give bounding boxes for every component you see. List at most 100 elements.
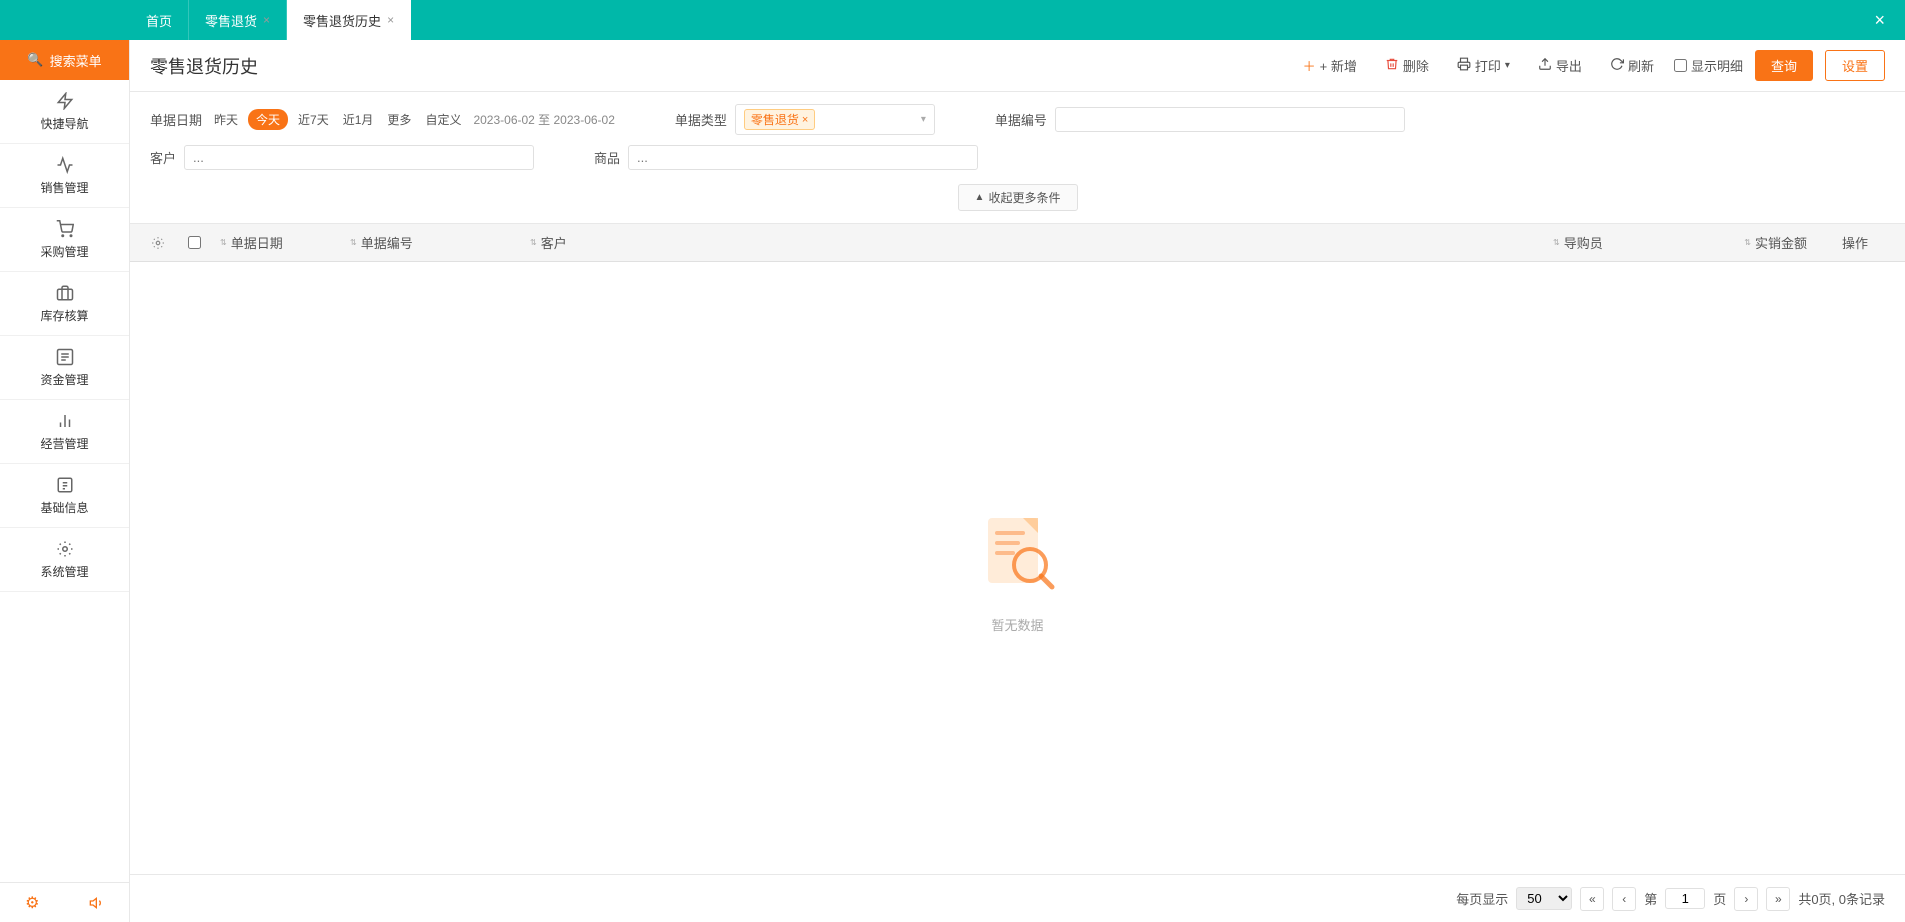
delete-button[interactable]: 删除 — [1377, 52, 1437, 79]
tab-retail-return-label: 零售退货 — [205, 11, 257, 30]
col-header-ops: 操作 — [1815, 233, 1895, 252]
select-all-checkbox[interactable] — [176, 236, 212, 249]
print-label: 打印 — [1475, 56, 1501, 75]
shortcut-last7[interactable]: 近7天 — [294, 109, 333, 130]
refresh-button[interactable]: 刷新 — [1602, 52, 1662, 79]
col-amount-label: 实销金额 — [1755, 233, 1807, 252]
voucher-filter: 单据编号 — [995, 107, 1405, 132]
shortcut-custom[interactable]: 自定义 — [421, 109, 465, 130]
next-page-button[interactable]: › — [1734, 887, 1758, 911]
print-icon — [1457, 57, 1471, 74]
inventory-icon — [55, 283, 75, 303]
sidebar-item-system-mgmt[interactable]: 系统管理 — [0, 528, 129, 592]
print-chevron-icon: ▾ — [1505, 60, 1510, 71]
operations-icon — [55, 411, 75, 431]
sort-up-guide: ⇅ — [1553, 238, 1560, 247]
refresh-icon — [1610, 57, 1624, 74]
sidebar-settings-btn[interactable]: ⚙ — [0, 883, 65, 922]
select-all-input[interactable] — [188, 236, 201, 249]
goods-filter: 商品 — [594, 145, 978, 170]
date-label: 单据日期 — [150, 110, 202, 129]
filter-row-2: 客户 商品 — [150, 145, 1885, 170]
filter-area: 单据日期 昨天 今天 近7天 近1月 更多 自定义 2023-06-02 至 2… — [130, 92, 1905, 224]
tab-retail-return-history[interactable]: 零售退货历史 × — [287, 0, 411, 40]
last-page-button[interactable]: » — [1766, 887, 1790, 911]
sidebar-item-quick-nav-label: 快捷导航 — [40, 115, 88, 132]
toolbar: ＋ + 新增 删除 打印 ▾ 导出 — [1295, 50, 1885, 81]
col-header-customer[interactable]: ⇅ 客户 — [522, 233, 1545, 252]
customer-input[interactable] — [184, 145, 534, 170]
table-header: ⇅ 单据日期 ⇅ 单据编号 ⇅ 客户 ⇅ 导购员 ⇅ 实销金额 操作 — [130, 224, 1905, 262]
sidebar-item-operations[interactable]: 经营管理 — [0, 400, 129, 464]
first-page-button[interactable]: « — [1580, 887, 1604, 911]
tab-retail-return-close[interactable]: × — [263, 13, 270, 27]
voucher-input[interactable] — [1055, 107, 1405, 132]
sidebar-item-basic-info[interactable]: 基础信息 — [0, 464, 129, 528]
sales-mgmt-icon — [55, 155, 75, 175]
tab-retail-return-history-close[interactable]: × — [387, 13, 394, 27]
new-button[interactable]: ＋ + 新增 — [1295, 52, 1365, 79]
sidebar-item-quick-nav[interactable]: 快捷导航 — [0, 80, 129, 144]
empty-state-icon — [968, 503, 1068, 603]
sidebar-search[interactable]: 🔍 搜索菜单 — [0, 40, 129, 80]
data-table: ⇅ 单据日期 ⇅ 单据编号 ⇅ 客户 ⇅ 导购员 ⇅ 实销金额 操作 — [130, 224, 1905, 874]
tab-retail-return[interactable]: 零售退货 × — [189, 0, 287, 40]
per-page-select[interactable]: 50 10 20 100 — [1516, 887, 1572, 910]
sidebar-item-inventory[interactable]: 库存核算 — [0, 272, 129, 336]
export-button[interactable]: 导出 — [1530, 52, 1590, 79]
col-header-amount[interactable]: ⇅ 实销金额 — [1695, 233, 1815, 252]
filter-row-1: 单据日期 昨天 今天 近7天 近1月 更多 自定义 2023-06-02 至 2… — [150, 104, 1885, 135]
prev-page-button[interactable]: ‹ — [1612, 887, 1636, 911]
sidebar-item-inventory-label: 库存核算 — [40, 307, 88, 324]
col-voucher-label: 单据编号 — [361, 233, 413, 252]
print-button[interactable]: 打印 ▾ — [1449, 52, 1518, 79]
purchase-mgmt-icon — [55, 219, 75, 239]
sort-up-amount: ⇅ — [1744, 238, 1751, 247]
sidebar-item-purchase-mgmt[interactable]: 采购管理 — [0, 208, 129, 272]
show-detail-label: 显示明细 — [1691, 56, 1743, 75]
shortcut-yesterday[interactable]: 昨天 — [210, 109, 242, 130]
export-icon — [1538, 57, 1552, 74]
show-detail-input[interactable] — [1674, 59, 1687, 72]
type-filter: 单据类型 零售退货 × ▾ — [675, 104, 935, 135]
shortcut-last1month[interactable]: 近1月 — [339, 109, 378, 130]
page-number-input[interactable] — [1665, 888, 1705, 909]
delete-icon — [1385, 57, 1399, 74]
export-label: 导出 — [1556, 56, 1582, 75]
tab-retail-return-history-label: 零售退货历史 — [303, 11, 381, 30]
customer-label: 客户 — [150, 148, 176, 167]
sidebar-item-finance[interactable]: 资金管理 — [0, 336, 129, 400]
type-tag: 零售退货 × — [744, 109, 815, 130]
sidebar-audio-btn[interactable] — [65, 883, 130, 922]
type-tag-label: 零售退货 — [751, 111, 799, 128]
sidebar-search-label: 搜索菜单 — [50, 51, 102, 70]
quick-nav-icon — [55, 91, 75, 111]
type-select-chevron: ▾ — [921, 114, 926, 125]
show-detail-checkbox[interactable]: 显示明细 — [1674, 56, 1743, 75]
shortcut-more[interactable]: 更多 — [383, 109, 415, 130]
sidebar-item-sales-mgmt[interactable]: 销售管理 — [0, 144, 129, 208]
new-icon: ＋ — [1303, 56, 1316, 75]
query-button[interactable]: 查询 — [1755, 50, 1813, 81]
type-tag-remove[interactable]: × — [802, 114, 808, 126]
pagination-summary: 共0页, 0条记录 — [1798, 889, 1885, 908]
date-filter: 单据日期 昨天 今天 近7天 近1月 更多 自定义 2023-06-02 至 2… — [150, 109, 615, 130]
page-unit: 页 — [1713, 889, 1726, 908]
collapse-button[interactable]: ▲ 收起更多条件 — [958, 184, 1078, 211]
window-close-button[interactable]: × — [1874, 10, 1885, 31]
page-label: 第 — [1644, 889, 1657, 908]
shortcut-today[interactable]: 今天 — [248, 109, 288, 130]
goods-input[interactable] — [628, 145, 978, 170]
main-content: 零售退货历史 ＋ + 新增 删除 打印 ▾ — [130, 40, 1905, 922]
col-header-voucher[interactable]: ⇅ 单据编号 — [342, 233, 522, 252]
settings-button[interactable]: 设置 — [1825, 50, 1885, 81]
col-guide-label: 导购员 — [1564, 233, 1603, 252]
col-header-date[interactable]: ⇅ 单据日期 — [212, 233, 342, 252]
table-settings-icon[interactable] — [140, 236, 176, 250]
col-header-guide[interactable]: ⇅ 导购员 — [1545, 233, 1695, 252]
tab-home[interactable]: 首页 — [130, 0, 189, 40]
goods-label: 商品 — [594, 148, 620, 167]
type-select[interactable]: 零售退货 × ▾ — [735, 104, 935, 135]
delete-label: 删除 — [1403, 56, 1429, 75]
col-ops-label: 操作 — [1842, 233, 1868, 252]
